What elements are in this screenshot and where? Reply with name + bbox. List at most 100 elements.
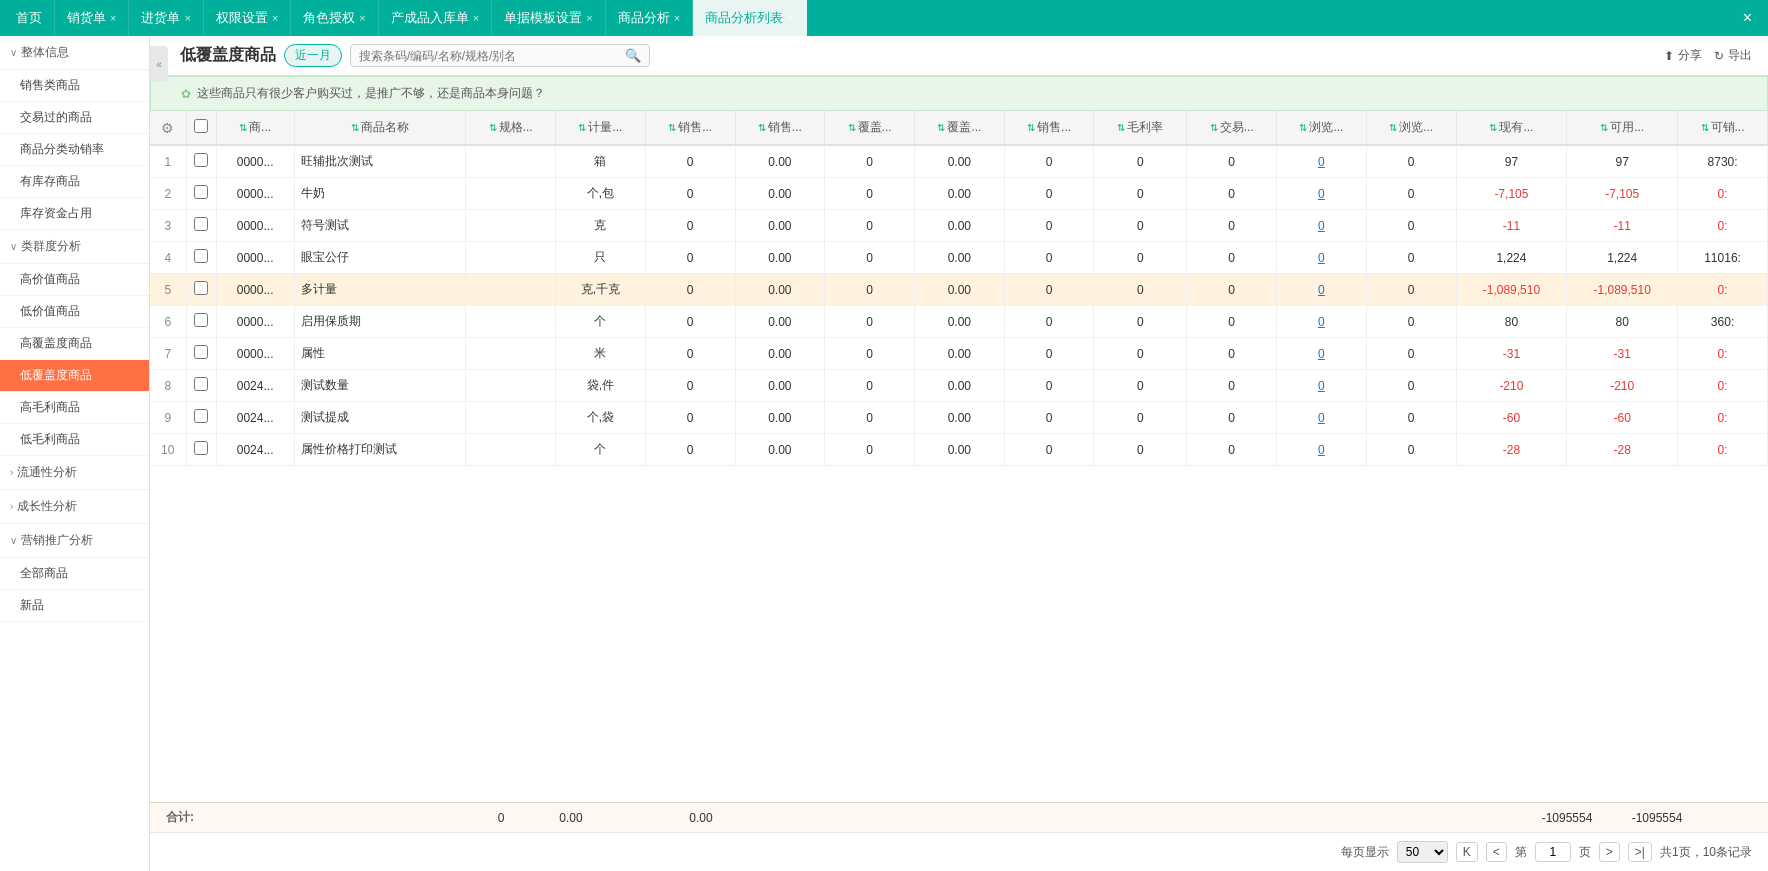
nav-product-analysis-close[interactable]: ×	[674, 12, 680, 24]
pagination: 每页显示 50 100 200 K < 第 页 > >| 共1页，10条记录	[150, 832, 1768, 871]
prev-page-button[interactable]: <	[1486, 842, 1507, 862]
row-checkbox[interactable]	[186, 210, 216, 242]
sidebar-section-overall[interactable]: ∨ 整体信息	[0, 36, 149, 70]
row-browse1[interactable]: 0	[1277, 402, 1367, 434]
row-checkbox[interactable]	[186, 434, 216, 466]
col-unit-header[interactable]: ⇅计量...	[556, 111, 646, 145]
col-sales-qty-header[interactable]: ⇅销售...	[645, 111, 735, 145]
sidebar-item-traded-goods[interactable]: 交易过的商品	[0, 102, 149, 134]
nav-product-analysis-list[interactable]: 商品分析列表 ×	[693, 0, 806, 36]
col-available-header[interactable]: ⇅可用...	[1567, 111, 1678, 145]
sidebar-item-high-margin[interactable]: 高毛利商品	[0, 392, 149, 424]
nav-permission[interactable]: 权限设置 ×	[204, 0, 291, 36]
sidebar-item-high-coverage[interactable]: 高覆盖度商品	[0, 328, 149, 360]
col-saleable-header[interactable]: ⇅可销...	[1678, 111, 1768, 145]
filter-button[interactable]: 近一月	[284, 44, 342, 67]
row-browse1[interactable]: 0	[1277, 242, 1367, 274]
export-button[interactable]: ↻ 导出	[1714, 47, 1752, 64]
sidebar-item-stock-fund[interactable]: 库存资金占用	[0, 198, 149, 230]
sidebar-item-low-coverage[interactable]: 低覆盖度商品	[0, 360, 149, 392]
table-row: 8 0024... 测试数量 袋,件 0 0.00 0 0.00 0 0 0 0…	[150, 370, 1768, 402]
row-coverage1: 0	[825, 145, 915, 178]
first-page-button[interactable]: K	[1456, 842, 1478, 862]
sidebar-item-category-rate[interactable]: 商品分类动销率	[0, 134, 149, 166]
nav-template[interactable]: 单据模板设置 ×	[492, 0, 605, 36]
col-coverage2-header[interactable]: ⇅覆盖...	[914, 111, 1004, 145]
select-all-checkbox[interactable]	[194, 119, 208, 133]
row-coverage2: 0.00	[914, 370, 1004, 402]
nav-product-analysis[interactable]: 商品分析 ×	[606, 0, 693, 36]
nav-product-entry-close[interactable]: ×	[473, 12, 479, 24]
row-checkbox[interactable]	[186, 370, 216, 402]
row-unit: 箱	[556, 145, 646, 178]
nav-sales[interactable]: 销货单 ×	[55, 0, 129, 36]
col-gross-margin-header[interactable]: ⇅毛利率	[1094, 111, 1187, 145]
row-checkbox[interactable]	[186, 402, 216, 434]
sidebar-section-growth[interactable]: › 成长性分析	[0, 490, 149, 524]
row-coverage1: 0	[825, 178, 915, 210]
row-browse1[interactable]: 0	[1277, 274, 1367, 306]
row-browse1[interactable]: 0	[1277, 338, 1367, 370]
col-browse2-header[interactable]: ⇅浏览...	[1366, 111, 1456, 145]
row-name: 属性价格打印测试	[294, 434, 466, 466]
row-browse1[interactable]: 0	[1277, 145, 1367, 178]
col-spec-header[interactable]: ⇅规格...	[466, 111, 556, 145]
row-checkbox[interactable]	[186, 145, 216, 178]
sidebar-section-liquidity[interactable]: › 流通性分析	[0, 456, 149, 490]
row-browse1[interactable]: 0	[1277, 178, 1367, 210]
sidebar-collapse-button[interactable]: «	[150, 46, 168, 82]
share-button[interactable]: ⬆ 分享	[1664, 47, 1702, 64]
nav-product-entry[interactable]: 产成品入库单 ×	[379, 0, 492, 36]
col-browse1-header[interactable]: ⇅浏览...	[1277, 111, 1367, 145]
col-sales-amt-header[interactable]: ⇅销售...	[735, 111, 825, 145]
col-trade-header[interactable]: ⇅交易...	[1187, 111, 1277, 145]
col-coverage1-header[interactable]: ⇅覆盖...	[825, 111, 915, 145]
nav-sales-close[interactable]: ×	[110, 12, 116, 24]
row-num: 10	[150, 434, 186, 466]
nav-permission-close[interactable]: ×	[272, 12, 278, 24]
row-browse1[interactable]: 0	[1277, 210, 1367, 242]
sidebar-item-low-margin[interactable]: 低毛利商品	[0, 424, 149, 456]
nav-product-analysis-label: 商品分析	[618, 9, 670, 27]
search-input[interactable]	[359, 49, 625, 63]
sidebar-item-all-goods[interactable]: 全部商品	[0, 558, 149, 590]
row-available: -28	[1567, 434, 1678, 466]
nav-role[interactable]: 角色授权 ×	[291, 0, 378, 36]
row-browse1[interactable]: 0	[1277, 370, 1367, 402]
col-current-stock-header[interactable]: ⇅现有...	[1456, 111, 1567, 145]
sidebar-item-in-stock[interactable]: 有库存商品	[0, 166, 149, 198]
row-checkbox[interactable]	[186, 274, 216, 306]
col-name-header[interactable]: ⇅商品名称	[294, 111, 466, 145]
sidebar-item-sales-goods[interactable]: 销售类商品	[0, 70, 149, 102]
sidebar-section-marketing[interactable]: ∨ 营销推广分析	[0, 524, 149, 558]
nav-home[interactable]: 首页	[4, 0, 55, 36]
search-icon[interactable]: 🔍	[625, 48, 641, 63]
row-browse1[interactable]: 0	[1277, 434, 1367, 466]
row-checkbox[interactable]	[186, 242, 216, 274]
nav-template-close[interactable]: ×	[586, 12, 592, 24]
row-checkbox[interactable]	[186, 306, 216, 338]
row-coverage1: 0	[825, 434, 915, 466]
sidebar-item-high-value[interactable]: 高价值商品	[0, 264, 149, 296]
nav-role-close[interactable]: ×	[359, 12, 365, 24]
last-page-button[interactable]: >|	[1628, 842, 1652, 862]
sidebar-item-new-goods[interactable]: 新品	[0, 590, 149, 622]
nav-product-analysis-list-close[interactable]: ×	[787, 12, 793, 24]
row-sales-amt: 0.00	[735, 370, 825, 402]
page-size-select[interactable]: 50 100 200	[1397, 841, 1448, 863]
row-browse1[interactable]: 0	[1277, 306, 1367, 338]
col-code-header[interactable]: ⇅商...	[216, 111, 294, 145]
sidebar-item-low-value[interactable]: 低价值商品	[0, 296, 149, 328]
nav-purchase-label: 进货单	[141, 9, 180, 27]
sidebar-section-cluster[interactable]: ∨ 类群度分析	[0, 230, 149, 264]
row-available: 1,224	[1567, 242, 1678, 274]
nav-purchase-close[interactable]: ×	[184, 12, 190, 24]
window-close-button[interactable]: ×	[1731, 9, 1764, 27]
col-sales-extra-header[interactable]: ⇅销售...	[1004, 111, 1094, 145]
page-number-input[interactable]	[1535, 842, 1571, 862]
column-settings-icon[interactable]: ⚙	[161, 120, 174, 136]
row-checkbox[interactable]	[186, 178, 216, 210]
next-page-button[interactable]: >	[1599, 842, 1620, 862]
row-checkbox[interactable]	[186, 338, 216, 370]
nav-purchase[interactable]: 进货单 ×	[129, 0, 203, 36]
